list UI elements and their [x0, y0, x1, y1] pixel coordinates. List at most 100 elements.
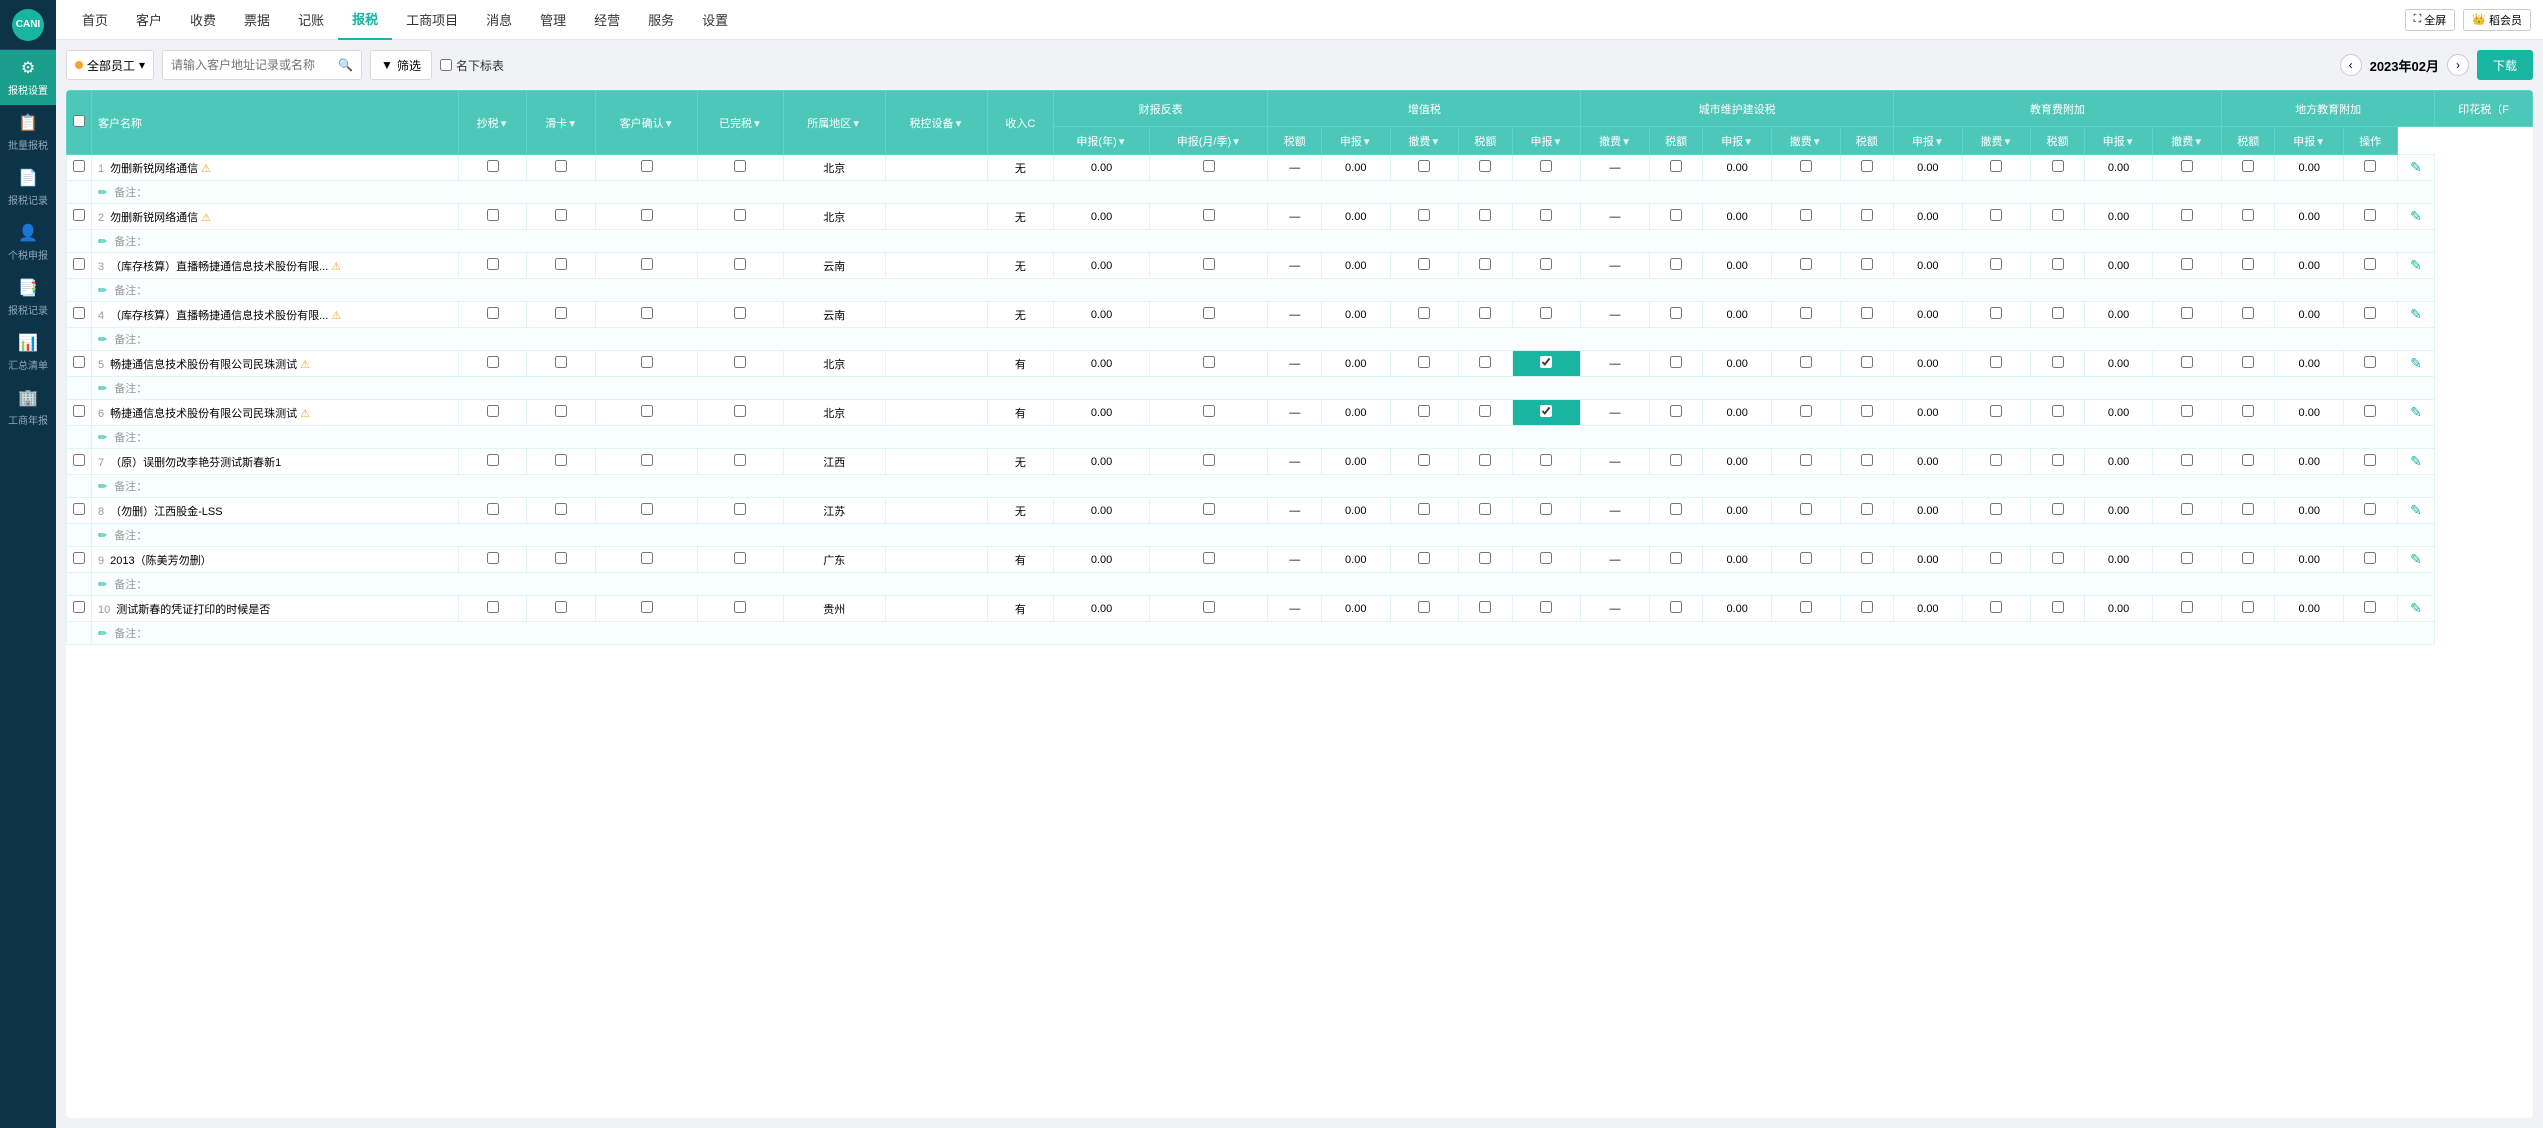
- zz-che-cb[interactable]: [1479, 601, 1491, 613]
- sidebar-item-gongshang[interactable]: 🏢 工商年报: [0, 380, 56, 435]
- zz-shue2-cb[interactable]: [1540, 601, 1552, 613]
- chaoshui-checkbox[interactable]: [487, 160, 499, 172]
- row-checkbox[interactable]: [73, 160, 85, 172]
- zz-che-cb[interactable]: [1479, 307, 1491, 319]
- zz-che-cb[interactable]: [1479, 160, 1491, 172]
- sidebar-item-piliangshuibao[interactable]: 📋 批量报税: [0, 105, 56, 160]
- zz-shen-cb[interactable]: [1418, 405, 1430, 417]
- chaoshui-checkbox[interactable]: [487, 454, 499, 466]
- cb-year[interactable]: [1203, 160, 1215, 172]
- cb-year[interactable]: [1203, 405, 1215, 417]
- edit-icon[interactable]: ✎: [2410, 306, 2422, 322]
- huaka-checkbox[interactable]: [555, 307, 567, 319]
- df-shen-cb[interactable]: [2181, 258, 2193, 270]
- row-checkbox[interactable]: [73, 209, 85, 221]
- chaoshui-checkbox[interactable]: [487, 356, 499, 368]
- chaoshui-checkbox[interactable]: [487, 258, 499, 270]
- df-shen-cb[interactable]: [2181, 405, 2193, 417]
- cs-che2-cb[interactable]: [1861, 503, 1873, 515]
- cs-shen-cb[interactable]: [1800, 356, 1812, 368]
- chaoshui-checkbox[interactable]: [487, 307, 499, 319]
- nav-xiaoxi[interactable]: 消息: [472, 0, 526, 40]
- df-che-cb[interactable]: [2242, 258, 2254, 270]
- yh-shen-cb[interactable]: [2364, 601, 2376, 613]
- cs-che-cb[interactable]: [1670, 160, 1682, 172]
- jy-shen-cb[interactable]: [1990, 405, 2002, 417]
- zz-che-cb[interactable]: [1479, 209, 1491, 221]
- queren-checkbox[interactable]: [641, 258, 653, 270]
- edit-icon[interactable]: ✎: [2410, 453, 2422, 469]
- zz-che-cb[interactable]: [1479, 405, 1491, 417]
- zz-shen-cb[interactable]: [1418, 552, 1430, 564]
- df-shen-cb[interactable]: [2181, 356, 2193, 368]
- jy-shen-cb[interactable]: [1990, 356, 2002, 368]
- named-checkbox[interactable]: 名下标表: [440, 57, 504, 74]
- employee-select[interactable]: 全部员工 ▾: [66, 50, 154, 80]
- yh-shen-cb[interactable]: [2364, 552, 2376, 564]
- cs-shen-cb[interactable]: [1800, 160, 1812, 172]
- cb-year[interactable]: [1203, 454, 1215, 466]
- cs-che2-cb[interactable]: [1861, 356, 1873, 368]
- huaka-checkbox[interactable]: [555, 160, 567, 172]
- jy-shen-cb[interactable]: [1990, 552, 2002, 564]
- jy-shen-cb[interactable]: [1990, 307, 2002, 319]
- queren-checkbox[interactable]: [641, 356, 653, 368]
- huaka-checkbox[interactable]: [555, 258, 567, 270]
- jy-shen-cb[interactable]: [1990, 258, 2002, 270]
- select-all-checkbox[interactable]: [73, 115, 85, 127]
- huaka-checkbox[interactable]: [555, 552, 567, 564]
- zz-che-cb[interactable]: [1479, 258, 1491, 270]
- df-shen-cb[interactable]: [2181, 307, 2193, 319]
- jy-che-cb[interactable]: [2052, 601, 2064, 613]
- zz-che-cb[interactable]: [1479, 503, 1491, 515]
- zz-shue2-cb[interactable]: [1540, 552, 1552, 564]
- jy-che-cb[interactable]: [2052, 160, 2064, 172]
- huaka-checkbox[interactable]: [555, 601, 567, 613]
- nav-kehu[interactable]: 客户: [122, 0, 176, 40]
- df-shen-cb[interactable]: [2181, 160, 2193, 172]
- yh-shen-cb[interactable]: [2364, 258, 2376, 270]
- row-checkbox[interactable]: [73, 454, 85, 466]
- queren-checkbox[interactable]: [641, 552, 653, 564]
- wanshui-checkbox[interactable]: [734, 601, 746, 613]
- jy-shen-cb[interactable]: [1990, 454, 2002, 466]
- queren-checkbox[interactable]: [641, 503, 653, 515]
- yh-shen-cb[interactable]: [2364, 307, 2376, 319]
- nav-shoufei[interactable]: 收费: [176, 0, 230, 40]
- queren-checkbox[interactable]: [641, 454, 653, 466]
- cb-year[interactable]: [1203, 503, 1215, 515]
- zz-shen-cb[interactable]: [1418, 454, 1430, 466]
- queren-checkbox[interactable]: [641, 160, 653, 172]
- cs-shen-cb[interactable]: [1800, 307, 1812, 319]
- wanshui-checkbox[interactable]: [734, 258, 746, 270]
- nav-baoshui[interactable]: 报税: [338, 0, 392, 40]
- cb-year[interactable]: [1203, 552, 1215, 564]
- sidebar-item-huizong[interactable]: 📊 汇总清单: [0, 325, 56, 380]
- edit-icon[interactable]: ✎: [2410, 551, 2422, 567]
- jy-che-cb[interactable]: [2052, 356, 2064, 368]
- jy-shen-cb[interactable]: [1990, 209, 2002, 221]
- df-shen-cb[interactable]: [2181, 454, 2193, 466]
- sidebar-item-baoshuijilu[interactable]: 📄 报税记录: [0, 160, 56, 215]
- cs-che2-cb[interactable]: [1861, 160, 1873, 172]
- nav-guanli[interactable]: 管理: [526, 0, 580, 40]
- yh-shen-cb[interactable]: [2364, 209, 2376, 221]
- jy-shen-cb[interactable]: [1990, 503, 2002, 515]
- jy-che-cb[interactable]: [2052, 454, 2064, 466]
- sidebar-item-baoshuijilu2[interactable]: 📑 报税记录: [0, 270, 56, 325]
- yh-shen-cb[interactable]: [2364, 454, 2376, 466]
- zz-shue2-cb[interactable]: [1540, 454, 1552, 466]
- row-checkbox[interactable]: [73, 405, 85, 417]
- download-button[interactable]: 下载: [2477, 50, 2533, 80]
- jy-shen-cb[interactable]: [1990, 160, 2002, 172]
- cb-year[interactable]: [1203, 307, 1215, 319]
- huaka-checkbox[interactable]: [555, 209, 567, 221]
- fullscreen-button[interactable]: ⛶ 全屏: [2405, 9, 2456, 31]
- huaka-checkbox[interactable]: [555, 503, 567, 515]
- cs-che2-cb[interactable]: [1861, 405, 1873, 417]
- edit-icon[interactable]: ✎: [2410, 600, 2422, 616]
- cs-che2-cb[interactable]: [1861, 454, 1873, 466]
- edit-icon[interactable]: ✎: [2410, 502, 2422, 518]
- chaoshui-checkbox[interactable]: [487, 601, 499, 613]
- row-checkbox[interactable]: [73, 503, 85, 515]
